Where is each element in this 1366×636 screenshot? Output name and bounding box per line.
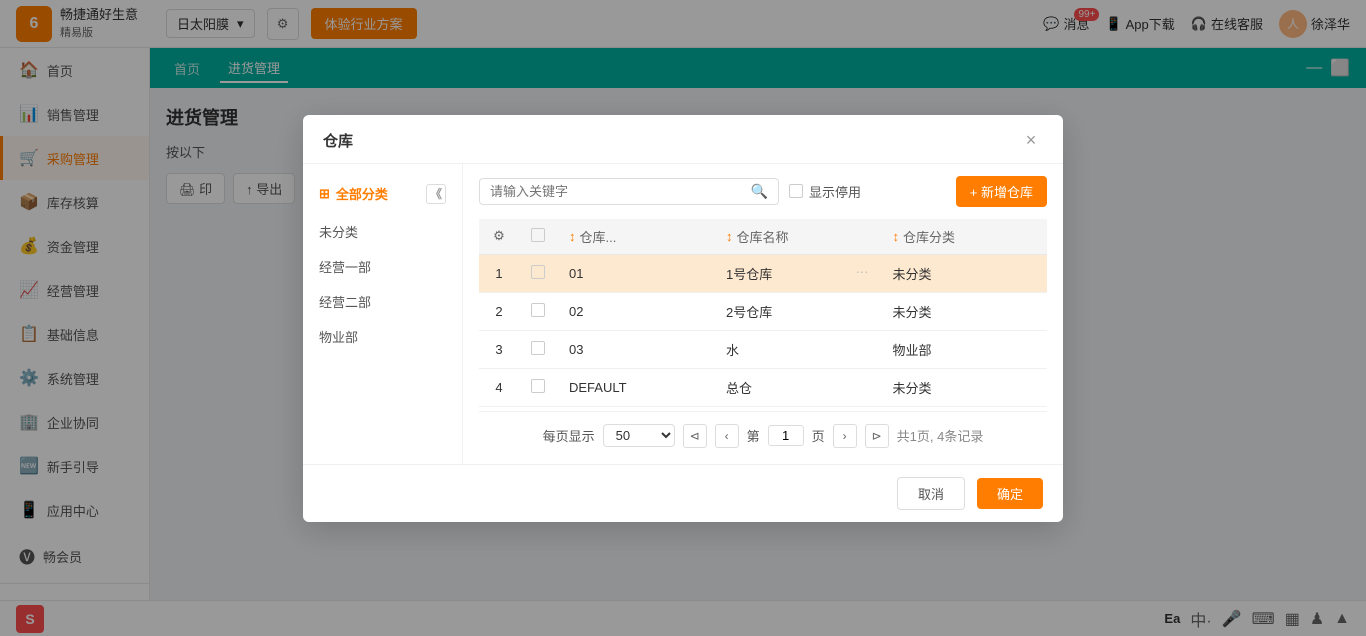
first-page-button[interactable]: ⊲: [683, 424, 707, 448]
next-page-button[interactable]: ›: [833, 424, 857, 448]
row-category-4: 未分类: [880, 368, 1047, 406]
search-input[interactable]: [490, 184, 751, 199]
th-name: ↕ 仓库名称: [714, 219, 881, 255]
row-category-3: 物业部: [880, 330, 1047, 368]
col-category-label: 仓库分类: [903, 227, 955, 246]
modal-sidebar: ⊞ 全部分类 《 未分类 经营一部 经营二部 物业部: [303, 164, 463, 464]
modal-toolbar: 🔍 显示停用 + 新增仓库: [479, 176, 1047, 207]
table-body: 1 01 1号仓库··· 未分类 2 02 2号仓库: [479, 254, 1047, 406]
modal-category-label: 全部分类: [336, 184, 388, 203]
table-row[interactable]: 2 02 2号仓库 未分类: [479, 292, 1047, 330]
row-name-3: 水: [714, 330, 881, 368]
warehouse-modal: 仓库 × ⊞ 全部分类 《 未分类 经营一部 经营二部 物业部: [303, 115, 1063, 522]
category-operation2[interactable]: 经营二部: [303, 284, 462, 319]
row-name-1: 1号仓库···: [714, 254, 881, 292]
table-header: ⚙ ↕ 仓库...: [479, 219, 1047, 255]
row-4-checkbox[interactable]: [531, 379, 545, 393]
category-operation1[interactable]: 经营一部: [303, 249, 462, 284]
collapse-button[interactable]: 《: [426, 184, 446, 204]
th-category: ↕ 仓库分类: [880, 219, 1047, 255]
page-size-select[interactable]: 50 10 20 100: [603, 424, 675, 447]
grid-icon: ⊞: [319, 186, 330, 202]
row-category-2: 未分类: [880, 292, 1047, 330]
table-row[interactable]: 4 DEFAULT 总仓 未分类: [479, 368, 1047, 406]
sort-code-icon: ↕: [569, 229, 576, 244]
page-label-post: 页: [812, 426, 825, 445]
modal-close-button[interactable]: ×: [1019, 129, 1043, 153]
row-num-3: 3: [479, 330, 519, 368]
row-num-2: 2: [479, 292, 519, 330]
modal-body: ⊞ 全部分类 《 未分类 经营一部 经营二部 物业部 🔍: [303, 164, 1063, 464]
current-page-input[interactable]: [768, 425, 804, 446]
confirm-button[interactable]: 确定: [977, 478, 1043, 509]
row-checkbox-1[interactable]: [519, 254, 557, 292]
modal-footer: 取消 确定: [303, 464, 1063, 522]
table-row[interactable]: 3 03 水 物业部: [479, 330, 1047, 368]
search-icon: 🔍: [751, 183, 768, 200]
th-code: ↕ 仓库...: [557, 219, 714, 255]
cancel-button[interactable]: 取消: [897, 477, 965, 510]
row-category-1: 未分类: [880, 254, 1047, 292]
add-warehouse-button[interactable]: + 新增仓库: [956, 176, 1047, 207]
row-code-1: 01: [557, 254, 714, 292]
row-2-checkbox[interactable]: [531, 303, 545, 317]
row-1-more-icon[interactable]: ···: [855, 264, 868, 279]
page-size-label: 每页显示: [543, 426, 595, 445]
show-disabled-option: 显示停用: [789, 182, 861, 201]
select-all-checkbox[interactable]: [531, 228, 545, 242]
total-records: 共1页, 4条记录: [897, 426, 984, 445]
col-code-label: 仓库...: [580, 227, 617, 246]
last-page-button[interactable]: ⊳: [865, 424, 889, 448]
row-name-2: 2号仓库: [714, 292, 881, 330]
table-row[interactable]: 1 01 1号仓库··· 未分类: [479, 254, 1047, 292]
sort-name-icon: ↕: [726, 229, 733, 244]
row-name-4: 总仓: [714, 368, 881, 406]
col-name-label: 仓库名称: [736, 227, 788, 246]
category-property[interactable]: 物业部: [303, 319, 462, 354]
modal-overlay: 仓库 × ⊞ 全部分类 《 未分类 经营一部 经营二部 物业部: [0, 0, 1366, 636]
row-1-checkbox[interactable]: [531, 265, 545, 279]
show-disabled-checkbox[interactable]: [789, 184, 803, 198]
row-code-3: 03: [557, 330, 714, 368]
th-settings: ⚙: [479, 219, 519, 255]
row-checkbox-4[interactable]: [519, 368, 557, 406]
row-checkbox-3[interactable]: [519, 330, 557, 368]
row-code-4: DEFAULT: [557, 368, 714, 406]
search-box: 🔍: [479, 178, 779, 205]
page-label-pre: 第: [747, 426, 760, 445]
modal-title: 仓库: [323, 130, 353, 151]
row-num-1: 1: [479, 254, 519, 292]
sort-cat-icon: ↕: [892, 229, 899, 244]
pagination-bar: 每页显示 50 10 20 100 ⊲ ‹ 第 页 › ⊳ 共1页, 4条记录: [479, 411, 1047, 452]
row-3-checkbox[interactable]: [531, 341, 545, 355]
category-unclassified[interactable]: 未分类: [303, 214, 462, 249]
modal-main: 🔍 显示停用 + 新增仓库 ⚙: [463, 164, 1063, 464]
modal-category-header[interactable]: ⊞ 全部分类 《: [303, 176, 462, 214]
row-code-2: 02: [557, 292, 714, 330]
prev-page-button[interactable]: ‹: [715, 424, 739, 448]
table-container: ⚙ ↕ 仓库...: [479, 219, 1047, 407]
modal-header: 仓库 ×: [303, 115, 1063, 164]
warehouse-table: ⚙ ↕ 仓库...: [479, 219, 1047, 407]
row-num-4: 4: [479, 368, 519, 406]
row-checkbox-2[interactable]: [519, 292, 557, 330]
th-checkbox: [519, 219, 557, 255]
show-disabled-label: 显示停用: [809, 182, 861, 201]
settings-col-icon: ⚙: [493, 228, 505, 243]
